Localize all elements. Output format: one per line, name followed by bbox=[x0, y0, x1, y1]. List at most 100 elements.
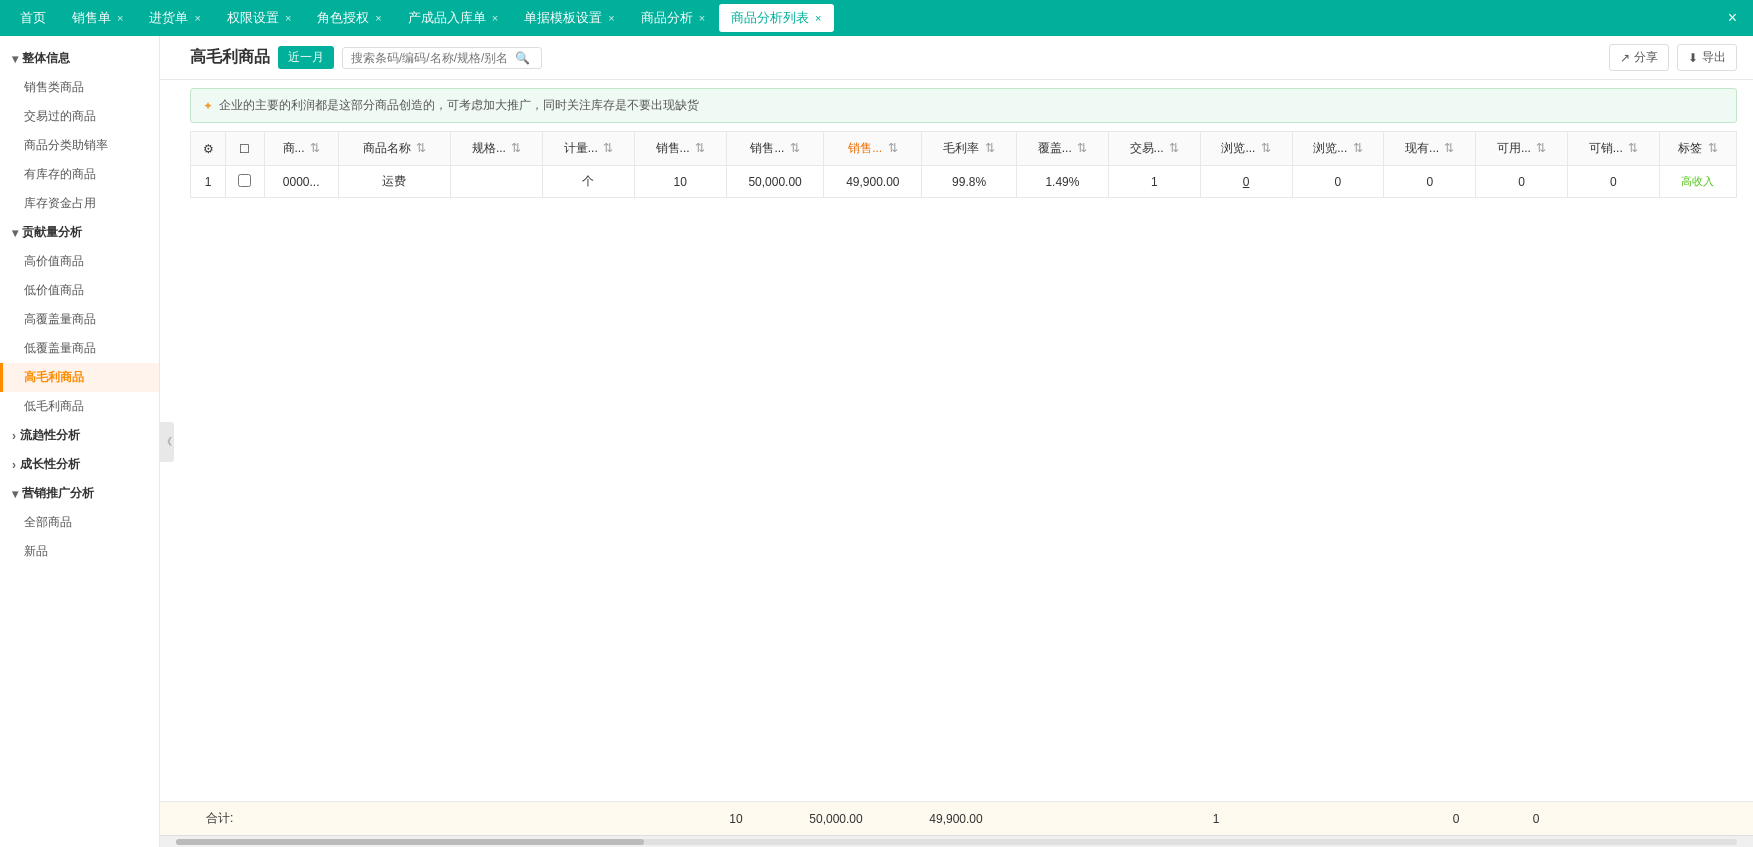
col-tag[interactable]: 标签 ⇅ bbox=[1659, 132, 1736, 166]
cell-saleable-stock: 0 bbox=[1567, 166, 1659, 198]
nav-template-label: 单据模板设置 bbox=[524, 9, 602, 27]
sidebar-collapse-button[interactable]: 《 bbox=[160, 422, 174, 462]
sidebar-item-high-margin[interactable]: 高毛利商品 bbox=[0, 363, 159, 392]
arrow-icon-marketing: ▾ bbox=[12, 487, 18, 501]
nav-sales-close[interactable]: × bbox=[117, 12, 123, 24]
product-table: ⚙ ☐ 商... ⇅ 商品名称 ⇅ 规格... ⇅ 计量... ⇅ 销售... … bbox=[190, 131, 1737, 198]
col-coverage[interactable]: 覆盖... ⇅ bbox=[1017, 132, 1109, 166]
nav-warehouse-close[interactable]: × bbox=[492, 12, 498, 24]
sidebar-group-marketing[interactable]: ▾ 营销推广分析 bbox=[0, 479, 159, 508]
nav-analysis-list-close[interactable]: × bbox=[815, 12, 821, 24]
export-icon: ⬇ bbox=[1688, 51, 1698, 65]
nav-purchase[interactable]: 进货单 × bbox=[137, 4, 212, 32]
export-button[interactable]: ⬇ 导出 bbox=[1677, 44, 1737, 71]
cell-spec bbox=[451, 166, 543, 198]
search-box: 🔍 bbox=[342, 47, 542, 69]
col-browse1[interactable]: 浏览... ⇅ bbox=[1200, 132, 1292, 166]
content-area: 《 高毛利商品 近一月 🔍 ↗ 分享 ⬇ 导出 ✦ 企 bbox=[160, 36, 1753, 847]
sidebar-item-stock-goods[interactable]: 有库存的商品 bbox=[0, 160, 159, 189]
nav-sales[interactable]: 销售单 × bbox=[60, 4, 135, 32]
col-sales-amount[interactable]: 销售... ⇅ bbox=[726, 132, 824, 166]
nav-role-close[interactable]: × bbox=[375, 12, 381, 24]
cell-sales-qty: 10 bbox=[634, 166, 726, 198]
sidebar: ▾ 整体信息 销售类商品 交易过的商品 商品分类助销率 有库存的商品 库存资金占… bbox=[0, 36, 160, 847]
nav-warehouse-label: 产成品入库单 bbox=[408, 9, 486, 27]
horizontal-scrollbar[interactable] bbox=[160, 835, 1753, 847]
sidebar-item-traded-goods[interactable]: 交易过的商品 bbox=[0, 102, 159, 131]
nav-role[interactable]: 角色授权 × bbox=[305, 4, 393, 32]
nav-warehouse[interactable]: 产成品入库单 × bbox=[396, 4, 510, 32]
footer-sales-qty: 10 bbox=[696, 812, 776, 826]
col-unit[interactable]: 计量... ⇅ bbox=[543, 132, 635, 166]
col-checkbox[interactable]: ☐ bbox=[226, 132, 264, 166]
cell-checkbox[interactable] bbox=[226, 166, 264, 198]
col-sales-cost[interactable]: 销售... ⇅ bbox=[824, 132, 922, 166]
sidebar-item-all-goods[interactable]: 全部商品 bbox=[0, 508, 159, 537]
sidebar-item-low-margin[interactable]: 低毛利商品 bbox=[0, 392, 159, 421]
col-transaction[interactable]: 交易... ⇅ bbox=[1108, 132, 1200, 166]
sidebar-item-low-value[interactable]: 低价值商品 bbox=[0, 276, 159, 305]
nav-analysis-list[interactable]: 商品分析列表 × bbox=[719, 4, 833, 32]
footer-available-stock: 0 bbox=[1496, 812, 1576, 826]
sidebar-group-marketing-label: 营销推广分析 bbox=[22, 485, 94, 502]
nav-home[interactable]: 首页 bbox=[8, 4, 58, 32]
col-browse2[interactable]: 浏览... ⇅ bbox=[1292, 132, 1384, 166]
col-gross-margin[interactable]: 毛利率 ⇅ bbox=[922, 132, 1017, 166]
arrow-icon-trend: › bbox=[12, 429, 16, 443]
nav-sales-label: 销售单 bbox=[72, 9, 111, 27]
nav-template-close[interactable]: × bbox=[608, 12, 614, 24]
main-layout: ▾ 整体信息 销售类商品 交易过的商品 商品分类助销率 有库存的商品 库存资金占… bbox=[0, 36, 1753, 847]
sidebar-group-overall-label: 整体信息 bbox=[22, 50, 70, 67]
footer-sales-cost: 49,900.00 bbox=[896, 812, 1016, 826]
col-settings[interactable]: ⚙ bbox=[191, 132, 226, 166]
col-current-stock[interactable]: 现有... ⇅ bbox=[1384, 132, 1476, 166]
nav-permission[interactable]: 权限设置 × bbox=[215, 4, 303, 32]
nav-role-label: 角色授权 bbox=[317, 9, 369, 27]
sidebar-item-new-goods[interactable]: 新品 bbox=[0, 537, 159, 566]
content-header: 高毛利商品 近一月 🔍 ↗ 分享 ⬇ 导出 bbox=[160, 36, 1753, 80]
sidebar-group-trend[interactable]: › 流趋性分析 bbox=[0, 421, 159, 450]
share-button[interactable]: ↗ 分享 bbox=[1609, 44, 1669, 71]
nav-purchase-close[interactable]: × bbox=[194, 12, 200, 24]
cell-browse1[interactable]: 0 bbox=[1200, 166, 1292, 198]
nav-purchase-label: 进货单 bbox=[149, 9, 188, 27]
col-saleable-stock[interactable]: 可销... ⇅ bbox=[1567, 132, 1659, 166]
date-filter-button[interactable]: 近一月 bbox=[278, 46, 334, 69]
sidebar-item-sales-goods[interactable]: 销售类商品 bbox=[0, 73, 159, 102]
sidebar-item-stock-fund[interactable]: 库存资金占用 bbox=[0, 189, 159, 218]
sidebar-group-growth-label: 成长性分析 bbox=[20, 456, 80, 473]
scrollbar-track bbox=[176, 839, 1737, 845]
nav-analysis[interactable]: 商品分析 × bbox=[629, 4, 717, 32]
footer-current-stock: 0 bbox=[1416, 812, 1496, 826]
sidebar-group-overall[interactable]: ▾ 整体信息 bbox=[0, 44, 159, 73]
cell-sales-amount: 50,000.00 bbox=[726, 166, 824, 198]
table-container: ⚙ ☐ 商... ⇅ 商品名称 ⇅ 规格... ⇅ 计量... ⇅ 销售... … bbox=[190, 131, 1737, 801]
nav-analysis-close[interactable]: × bbox=[699, 12, 705, 24]
sidebar-group-growth[interactable]: › 成长性分析 bbox=[0, 450, 159, 479]
arrow-icon: ▾ bbox=[12, 52, 18, 66]
search-icon[interactable]: 🔍 bbox=[515, 51, 530, 65]
sidebar-group-contribution-label: 贡献量分析 bbox=[22, 224, 82, 241]
page-title: 高毛利商品 bbox=[190, 47, 270, 68]
nav-permission-close[interactable]: × bbox=[285, 12, 291, 24]
col-available-stock[interactable]: 可用... ⇅ bbox=[1476, 132, 1568, 166]
cell-available-stock: 0 bbox=[1476, 166, 1568, 198]
search-input[interactable] bbox=[351, 51, 511, 65]
footer-transaction: 1 bbox=[1176, 812, 1256, 826]
col-name[interactable]: 商品名称 ⇅ bbox=[338, 132, 450, 166]
info-icon: ✦ bbox=[203, 99, 213, 113]
sidebar-group-contribution[interactable]: ▾ 贡献量分析 bbox=[0, 218, 159, 247]
col-sales-qty[interactable]: 销售... ⇅ bbox=[634, 132, 726, 166]
cell-coverage: 1.49% bbox=[1017, 166, 1109, 198]
sidebar-item-low-coverage[interactable]: 低覆盖量商品 bbox=[0, 334, 159, 363]
table-header-row: ⚙ ☐ 商... ⇅ 商品名称 ⇅ 规格... ⇅ 计量... ⇅ 销售... … bbox=[191, 132, 1737, 166]
scrollbar-thumb[interactable] bbox=[176, 839, 644, 845]
sidebar-item-category-rate[interactable]: 商品分类助销率 bbox=[0, 131, 159, 160]
cell-tag: 高收入 bbox=[1659, 166, 1736, 198]
sidebar-item-high-value[interactable]: 高价值商品 bbox=[0, 247, 159, 276]
col-code[interactable]: 商... ⇅ bbox=[264, 132, 338, 166]
window-close-button[interactable]: × bbox=[1720, 9, 1745, 27]
nav-template[interactable]: 单据模板设置 × bbox=[512, 4, 626, 32]
col-spec[interactable]: 规格... ⇅ bbox=[451, 132, 543, 166]
sidebar-item-high-coverage[interactable]: 高覆盖量商品 bbox=[0, 305, 159, 334]
